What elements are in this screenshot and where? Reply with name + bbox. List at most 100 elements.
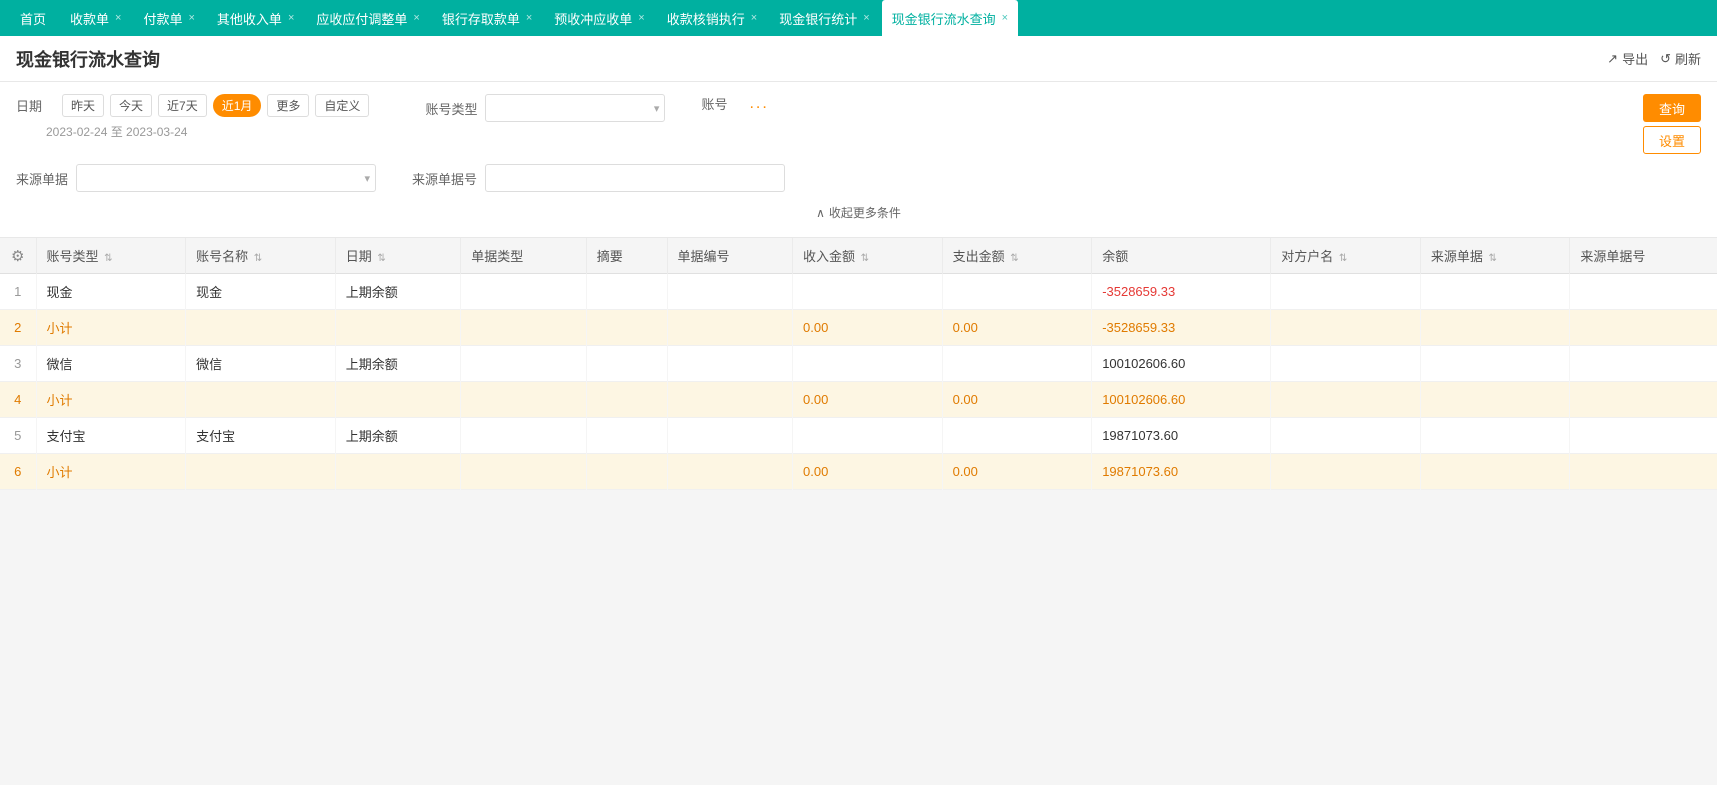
- cell-source-doc-no: [1570, 310, 1717, 346]
- th-doc-no[interactable]: 单据编号: [667, 238, 793, 274]
- account-dots-button[interactable]: ...: [749, 95, 768, 113]
- nav-tab-tongji[interactable]: 现金银行统计 ×: [769, 0, 879, 36]
- collapse-up-icon: ∧: [816, 206, 825, 220]
- cell-doc-no: [667, 310, 793, 346]
- cell-date: [335, 454, 461, 490]
- source-doc-no-input[interactable]: [485, 164, 785, 192]
- cell-doc-no: [667, 274, 793, 310]
- th-source-doc[interactable]: 来源单据 ⇅: [1420, 238, 1570, 274]
- sort-icon: ⇅: [861, 253, 869, 264]
- setting-button[interactable]: 设置: [1643, 126, 1701, 154]
- th-settings: ⚙: [0, 238, 36, 274]
- export-button[interactable]: ↗ 导出: [1607, 49, 1648, 68]
- cell-income: 0.00: [793, 454, 943, 490]
- th-expense[interactable]: 支出金额 ⇅: [942, 238, 1092, 274]
- date-btn-custom[interactable]: 自定义: [315, 94, 369, 117]
- cell-income: [793, 418, 943, 454]
- source-doc-select-wrap: ▾: [76, 164, 376, 192]
- date-btn-1month[interactable]: 近1月: [213, 94, 262, 117]
- cell-doc-type: [461, 310, 587, 346]
- nav-tab-shoukuan-hexiao[interactable]: 收款核销执行 ×: [657, 0, 767, 36]
- sort-icon: ⇅: [1010, 253, 1018, 264]
- sort-icon: ⇅: [1339, 253, 1347, 264]
- cell-account-type: 小计: [36, 310, 186, 346]
- cell-expense: 0.00: [942, 454, 1092, 490]
- cell-source-doc-no: [1570, 346, 1717, 382]
- cell-expense: [942, 346, 1092, 382]
- th-balance[interactable]: 余额: [1092, 238, 1271, 274]
- cell-expense: 0.00: [942, 310, 1092, 346]
- source-doc-select[interactable]: [76, 164, 376, 192]
- table-row: 1现金现金上期余额-3528659.33: [0, 274, 1717, 310]
- close-icon[interactable]: ×: [863, 12, 869, 24]
- export-icon: ↗: [1607, 51, 1618, 67]
- th-doc-no-label: 单据编号: [678, 249, 730, 264]
- nav-tab-yingshou[interactable]: 应收应付调整单 ×: [306, 0, 429, 36]
- close-icon[interactable]: ×: [413, 12, 419, 24]
- account-label: 账号: [701, 94, 741, 113]
- th-summary[interactable]: 摘要: [586, 238, 667, 274]
- th-account-type[interactable]: 账号类型 ⇅: [36, 238, 186, 274]
- nav-home[interactable]: 首页: [8, 9, 58, 28]
- refresh-button[interactable]: ↺ 刷新: [1660, 49, 1701, 68]
- th-source-doc-label: 来源单据: [1431, 249, 1483, 264]
- cell-source-doc: [1420, 454, 1570, 490]
- cell-doc-type: [461, 346, 587, 382]
- date-btn-7days[interactable]: 近7天: [158, 94, 207, 117]
- nav-tab-fukuan[interactable]: 付款单 ×: [133, 0, 204, 36]
- table-header-row: ⚙ 账号类型 ⇅ 账号名称 ⇅ 日期 ⇅ 单据类型 摘要: [0, 238, 1717, 274]
- cell-counterparty: [1271, 346, 1421, 382]
- nav-tab-liushui[interactable]: 现金银行流水查询 ×: [882, 0, 1018, 36]
- close-icon[interactable]: ×: [188, 12, 194, 24]
- refresh-icon: ↺: [1660, 51, 1671, 67]
- row-num: 3: [0, 346, 36, 382]
- page-title: 现金银行流水查询: [16, 46, 160, 72]
- account-type-label: 账号类型: [425, 99, 477, 118]
- cell-doc-type: [461, 454, 587, 490]
- th-date-label: 日期: [346, 249, 372, 264]
- th-account-type-label: 账号类型: [47, 249, 99, 264]
- account-type-select[interactable]: [485, 94, 665, 122]
- gear-icon[interactable]: ⚙: [11, 248, 24, 265]
- table-container: ⚙ 账号类型 ⇅ 账号名称 ⇅ 日期 ⇅ 单据类型 摘要: [0, 238, 1717, 490]
- th-account-name[interactable]: 账号名称 ⇅: [186, 238, 336, 274]
- close-icon[interactable]: ×: [288, 12, 294, 24]
- top-navigation: 首页 收款单 × 付款单 × 其他收入单 × 应收应付调整单 × 银行存取款单 …: [0, 0, 1717, 36]
- close-icon[interactable]: ×: [115, 12, 121, 24]
- cell-doc-type: [461, 274, 587, 310]
- date-btn-yesterday[interactable]: 昨天: [62, 94, 104, 117]
- date-label: 日期: [16, 96, 56, 115]
- cell-account-name: [186, 382, 336, 418]
- date-btn-more[interactable]: 更多: [267, 94, 309, 117]
- cell-date: 上期余额: [335, 274, 461, 310]
- th-counterparty[interactable]: 对方户名 ⇅: [1271, 238, 1421, 274]
- close-icon[interactable]: ×: [1002, 12, 1008, 24]
- th-source-doc-no[interactable]: 来源单据号: [1570, 238, 1717, 274]
- cell-income: 0.00: [793, 382, 943, 418]
- query-button[interactable]: 查询: [1643, 94, 1701, 122]
- close-icon[interactable]: ×: [751, 12, 757, 24]
- cell-summary: [586, 310, 667, 346]
- cell-account-type: 微信: [36, 346, 186, 382]
- th-date[interactable]: 日期 ⇅: [335, 238, 461, 274]
- nav-tab-qita[interactable]: 其他收入单 ×: [207, 0, 304, 36]
- date-btn-today[interactable]: 今天: [110, 94, 152, 117]
- collapse-bar[interactable]: ∧ 收起更多条件: [16, 200, 1701, 225]
- th-income-label: 收入金额: [803, 249, 855, 264]
- cell-source-doc-no: [1570, 382, 1717, 418]
- cell-counterparty: [1271, 418, 1421, 454]
- nav-tab-shoukuan[interactable]: 收款单 ×: [60, 0, 131, 36]
- cell-income: [793, 274, 943, 310]
- row-num: 6: [0, 454, 36, 490]
- th-doc-type[interactable]: 单据类型: [461, 238, 587, 274]
- close-icon[interactable]: ×: [638, 12, 644, 24]
- cell-source-doc: [1420, 418, 1570, 454]
- th-income[interactable]: 收入金额 ⇅: [793, 238, 943, 274]
- th-summary-label: 摘要: [597, 249, 623, 264]
- cell-account-type: 现金: [36, 274, 186, 310]
- close-icon[interactable]: ×: [526, 12, 532, 24]
- cell-source-doc: [1420, 346, 1570, 382]
- nav-tab-yinhang[interactable]: 银行存取款单 ×: [432, 0, 542, 36]
- cell-counterparty: [1271, 454, 1421, 490]
- nav-tab-yushou[interactable]: 预收冲应收单 ×: [544, 0, 654, 36]
